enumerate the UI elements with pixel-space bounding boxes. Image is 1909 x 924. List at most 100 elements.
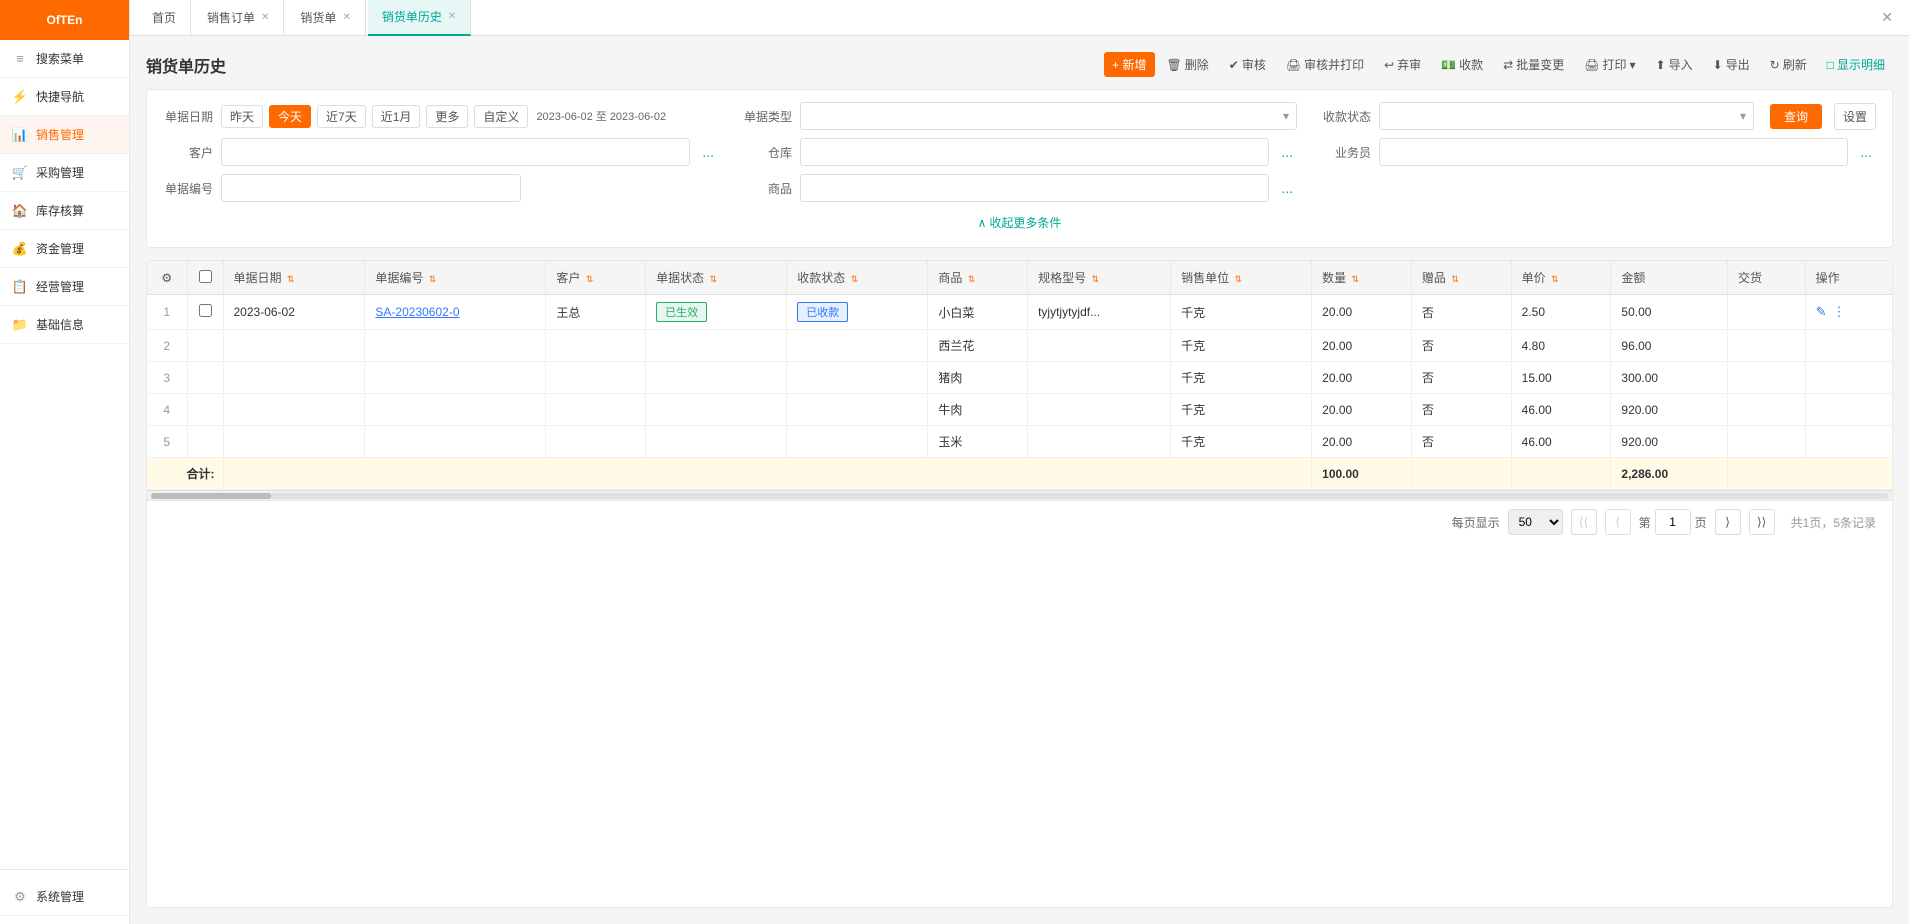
tab-sales-goods-close[interactable]: ✕ (342, 12, 350, 23)
new-button[interactable]: + 新增 (1104, 52, 1154, 77)
display-icon: □ (1827, 58, 1834, 72)
refresh-button[interactable]: ↻ 刷新 (1762, 52, 1815, 77)
row-doc-status-3 (646, 362, 787, 394)
doc-type-select[interactable] (800, 102, 1297, 130)
sidebar-item-search-menu[interactable]: ≡ 搜索菜单 (0, 40, 129, 78)
prev-page-button[interactable]: ⟨ (1605, 509, 1631, 535)
audit-icon: ✔ (1229, 58, 1239, 72)
settings-button[interactable]: 设置 (1834, 103, 1876, 130)
tab-sales-history-close[interactable]: ✕ (448, 11, 456, 22)
row-checkbox-1[interactable] (187, 295, 223, 330)
delete-icon: 🗑 (1167, 58, 1182, 72)
collapse-filters-button[interactable]: ∧ 收起更多条件 (163, 210, 1876, 235)
col-doc-no[interactable]: 单据编号 ⇅ (365, 261, 546, 295)
col-payment-status[interactable]: 收款状态 ⇅ (787, 261, 928, 295)
unit-price-sort-icon: ⇅ (1551, 274, 1559, 284)
first-page-button[interactable]: ⟨⟨ (1571, 509, 1597, 535)
export-button[interactable]: ⬇ 导出 (1705, 52, 1758, 77)
totals-row: 合计: 100.00 2,286.00 (147, 458, 1892, 490)
col-gift[interactable]: 赠品 ⇅ (1411, 261, 1511, 295)
row-action-4 (1805, 394, 1892, 426)
goods-picker-icon[interactable]: ... (1277, 180, 1297, 196)
col-qty[interactable]: 数量 ⇅ (1312, 261, 1412, 295)
col-unit[interactable]: 销售单位 ⇅ (1171, 261, 1312, 295)
page-number-input[interactable] (1655, 509, 1691, 535)
tab-sales-history[interactable]: 销货单历史 ✕ (368, 0, 471, 36)
qty-sort-icon: ⇅ (1352, 274, 1360, 284)
audit-button[interactable]: ✔ 审核 (1221, 52, 1274, 77)
last-page-button[interactable]: ⟩⟩ (1749, 509, 1775, 535)
row-checkbox-4 (187, 394, 223, 426)
sidebar-item-label: 销售管理 (36, 126, 84, 143)
doc-no-input[interactable] (221, 174, 521, 202)
row-edit-icon-1[interactable]: ✎ (1816, 304, 1827, 320)
row-unit-price-5: 46.00 (1511, 426, 1611, 458)
date-today-btn[interactable]: 今天 (269, 105, 311, 128)
row-gift-3: 否 (1411, 362, 1511, 394)
import-button[interactable]: ⬆ 导入 (1648, 52, 1701, 77)
date-7days-btn[interactable]: 近7天 (317, 105, 366, 128)
customer-picker-icon[interactable]: ... (698, 144, 718, 160)
data-table: ⚙ 单据日期 ⇅ 单据编号 ⇅ (147, 261, 1892, 490)
col-goods[interactable]: 商品 ⇅ (928, 261, 1028, 295)
sidebar-item-sales-mgmt[interactable]: 📊 销售管理 (0, 116, 129, 154)
per-page-select[interactable]: 50 100 (1508, 509, 1563, 535)
collect-button[interactable]: 💵 收款 (1433, 52, 1491, 77)
settings-icon: ⚙ (161, 271, 172, 285)
sidebar-item-operations[interactable]: 📋 经营管理 (0, 268, 129, 306)
sidebar-item-purchase-mgmt[interactable]: 🛒 采购管理 (0, 154, 129, 192)
sidebar-item-system[interactable]: ⚙ 系统管理 (0, 878, 129, 916)
date-more-btn[interactable]: 更多 (426, 105, 468, 128)
date-yesterday-btn[interactable]: 昨天 (221, 105, 263, 128)
date-1month-btn[interactable]: 近1月 (372, 105, 421, 128)
close-all-tabs-button[interactable]: ✕ (1873, 9, 1901, 26)
delete-button[interactable]: 🗑 删除 (1159, 52, 1217, 77)
scrollbar-thumb[interactable] (151, 493, 271, 499)
page-header: 销货单历史 + 新增 🗑 删除 ✔ 审核 🖨 审核并打印 ↩ 弃审 (146, 52, 1893, 77)
abandon-button[interactable]: ↩ 弃审 (1376, 52, 1429, 77)
tab-sales-order-close[interactable]: ✕ (261, 12, 269, 23)
col-doc-status[interactable]: 单据状态 ⇅ (646, 261, 787, 295)
sidebar-item-inventory[interactable]: 🏠 库存核算 (0, 192, 129, 230)
tab-home[interactable]: 首页 (138, 0, 191, 36)
col-trade: 交货 (1728, 261, 1806, 295)
audit-print-button[interactable]: 🖨 审核并打印 (1278, 52, 1372, 77)
next-page-button[interactable]: ⟩ (1715, 509, 1741, 535)
row-amount-4: 920.00 (1611, 394, 1728, 426)
select-all-checkbox[interactable] (199, 270, 212, 283)
col-doc-date[interactable]: 单据日期 ⇅ (223, 261, 365, 295)
tab-bar: 首页 销售订单 ✕ 销货单 ✕ 销货单历史 ✕ ✕ (130, 0, 1909, 36)
row-num-5: 5 (147, 426, 187, 458)
sidebar-item-finance[interactable]: 💰 资金管理 (0, 230, 129, 268)
col-customer[interactable]: 客户 ⇅ (546, 261, 646, 295)
date-custom-btn[interactable]: 自定义 (474, 105, 528, 128)
tab-sales-goods[interactable]: 销货单 ✕ (286, 0, 365, 36)
customer-input[interactable] (221, 138, 690, 166)
tab-sales-order[interactable]: 销售订单 ✕ (193, 0, 284, 36)
row-doc-no-1[interactable]: SA-20230602-0 (365, 295, 546, 330)
sidebar-item-quick-nav[interactable]: ⚡ 快捷导航 (0, 78, 129, 116)
warehouse-input[interactable] (800, 138, 1269, 166)
col-spec[interactable]: 规格型号 ⇅ (1028, 261, 1171, 295)
tab-sales-order-label: 销售订单 (207, 9, 255, 26)
staff-picker-icon[interactable]: ... (1856, 144, 1876, 160)
horizontal-scrollbar[interactable] (147, 490, 1892, 500)
staff-input[interactable] (1379, 138, 1848, 166)
row-spec-3 (1028, 362, 1171, 394)
batch-change-button[interactable]: ⇄ 批量变更 (1495, 52, 1572, 77)
display-detail-button[interactable]: □ 显示明细 (1819, 52, 1893, 77)
sidebar-item-base-info[interactable]: 📁 基础信息 (0, 306, 129, 344)
warehouse-picker-icon[interactable]: ... (1277, 144, 1297, 160)
print-button[interactable]: 🖨 打印 ▾ (1576, 52, 1643, 77)
col-unit-price[interactable]: 单价 ⇅ (1511, 261, 1611, 295)
row-trade-5 (1728, 426, 1806, 458)
totals-amount: 2,286.00 (1611, 458, 1728, 490)
doc-status-sort-icon: ⇅ (710, 274, 718, 284)
row-more-icon-1[interactable]: ⋮ (1832, 304, 1845, 320)
col-settings[interactable]: ⚙ (147, 261, 187, 295)
query-button[interactable]: 查询 (1770, 104, 1822, 129)
col-checkbox (187, 261, 223, 295)
row-goods-3: 猪肉 (928, 362, 1028, 394)
payment-status-select[interactable] (1379, 102, 1754, 130)
goods-input[interactable] (800, 174, 1269, 202)
